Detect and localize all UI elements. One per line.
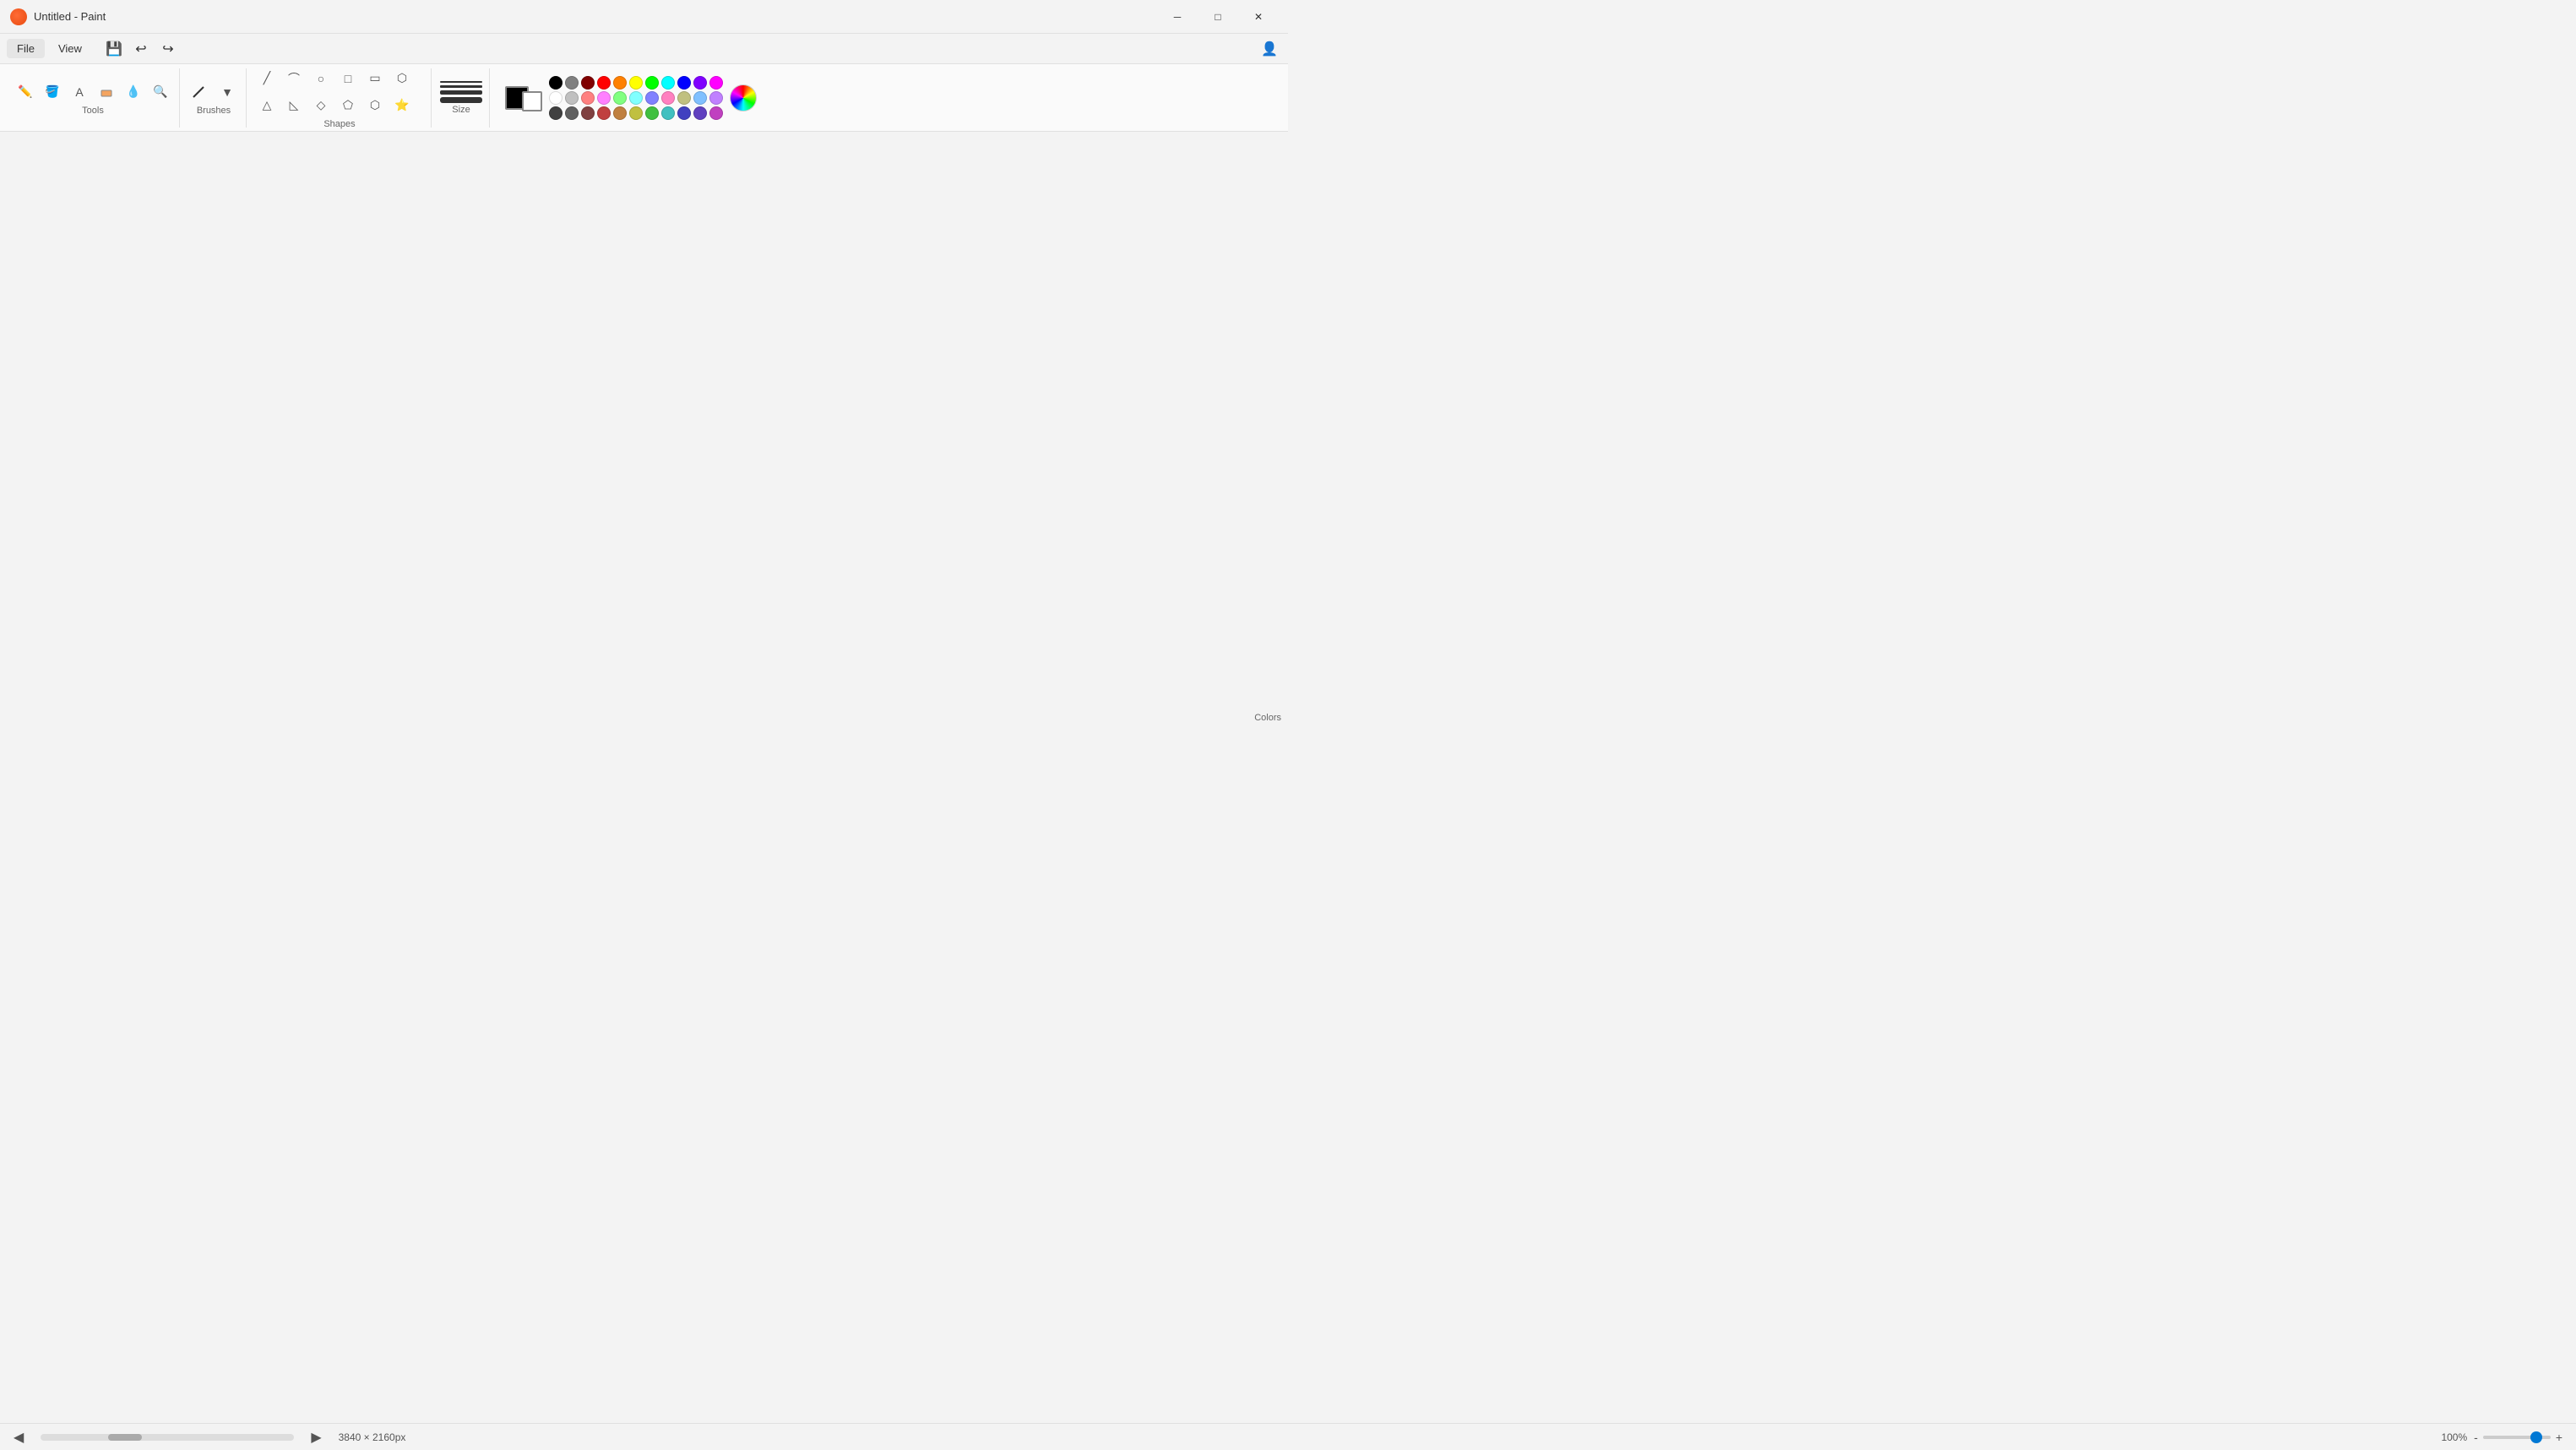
main-toolbar: ✏️ 🪣 A 💧 🔍 Tools ▼ Brushes ╱ ⌒ ○ □ ▭ ⬡ [0,64,1288,132]
zoom-slider[interactable] [2483,1436,2551,1439]
pencil-tool[interactable]: ✏️ [14,80,37,104]
shape-diamond[interactable]: ◇ [309,94,333,117]
zoom-out-button[interactable]: - [2474,1431,2478,1444]
shapes-label: Shapes [323,119,355,129]
color-swatch[interactable] [629,106,643,120]
scroll-indicator[interactable]: ◀ [14,1429,24,1446]
undo-button[interactable]: ↩ [129,37,153,61]
color-swatch[interactable] [661,106,675,120]
color-swatch[interactable] [709,91,723,105]
zoom-in-button[interactable]: + [2556,1431,2562,1444]
shape-hex[interactable]: ⬡ [363,94,387,117]
color-swatch[interactable] [677,76,691,90]
window-controls: ─ □ ✕ [1158,3,1278,30]
color-swatch[interactable] [549,106,562,120]
close-button[interactable]: ✕ [1239,3,1278,30]
color-swatch[interactable] [597,76,611,90]
color-swatch[interactable] [565,76,579,90]
statusbar: ◀ ▶ 3840 × 2160px 100% - + [0,1423,2576,1450]
color-swatch[interactable] [613,76,627,90]
shape-line[interactable]: ╱ [255,67,279,90]
scroll-right[interactable]: ▶ [311,1429,321,1446]
color-swatch[interactable] [549,91,562,105]
colors-section: Colors [492,68,764,128]
size-label: Size [452,105,470,115]
tools-label: Tools [82,106,104,116]
tools-section: ✏️ 🪣 A 💧 🔍 Tools [7,68,180,128]
zoom-thumb [2530,1431,2542,1443]
shape-rect[interactable]: □ [336,67,360,90]
brushes-section: ▼ Brushes [182,68,247,128]
shape-rect2[interactable]: ▭ [363,67,387,90]
maximize-button[interactable]: □ [1198,3,1237,30]
color-swatch[interactable] [677,106,691,120]
quick-access-toolbar: 💾 ↩ ↪ [102,37,180,61]
file-menu-button[interactable]: File [7,39,45,58]
color-swatch[interactable] [629,91,643,105]
color-swatch[interactable] [581,106,595,120]
menubar: File View 💾 ↩ ↪ 👤 [0,34,1288,64]
shape-pent[interactable]: ⬠ [336,94,360,117]
color-swatch[interactable] [565,106,579,120]
titlebar: Untitled - Paint ─ □ ✕ [0,0,1288,34]
colors-label: Colors [1254,713,1281,723]
shape-curve[interactable]: ⌒ [282,67,306,90]
minimize-button[interactable]: ─ [1158,3,1197,30]
shape-star[interactable]: ⭐ [390,94,414,117]
shape-trap[interactable]: ⬡ [390,67,414,90]
text-tool[interactable]: A [68,80,91,104]
save-quick-button[interactable]: 💾 [102,37,126,61]
color-swatch[interactable] [645,106,659,120]
shape-tri[interactable]: △ [255,94,279,117]
color-swatch[interactable] [565,91,579,105]
color-swatch[interactable] [597,91,611,105]
active-colors [505,84,542,111]
color-swatch[interactable] [661,76,675,90]
redo-button[interactable]: ↪ [156,37,180,61]
color-palette [549,76,723,120]
brush-dropdown[interactable]: ▼ [215,80,239,104]
horizontal-scrollbar[interactable] [41,1434,294,1441]
brush-1[interactable] [188,80,212,104]
color-swatch[interactable] [613,91,627,105]
dimensions-label: 3840 × 2160px [339,1431,406,1443]
color-swatch[interactable] [581,76,595,90]
user-account-button[interactable]: 👤 [1258,37,1281,61]
app-icon [10,8,27,25]
color-swatch[interactable] [613,106,627,120]
picker-tool[interactable]: 💧 [122,80,145,104]
color-swatch[interactable] [677,91,691,105]
zoom-tool[interactable]: 🔍 [149,80,172,104]
color-swatch[interactable] [597,106,611,120]
shape-oval[interactable]: ○ [309,67,333,90]
eraser-tool[interactable] [95,80,118,104]
view-menu-button[interactable]: View [48,39,92,58]
color-swatch[interactable] [645,91,659,105]
shape-right-tri[interactable]: ◺ [282,94,306,117]
color-swatch[interactable] [661,91,675,105]
color-swatch[interactable] [549,76,562,90]
zoom-percent: 100% [2441,1431,2467,1443]
color-swatch[interactable] [581,91,595,105]
color-swatch[interactable] [693,106,707,120]
color-swatch[interactable] [629,76,643,90]
color-swatch[interactable] [709,106,723,120]
color-wheel[interactable] [730,84,757,111]
statusbar-right: 100% - + [2441,1431,2562,1444]
background-color[interactable] [522,91,542,111]
brushes-label: Brushes [197,106,231,116]
color-swatch[interactable] [693,91,707,105]
color-swatch[interactable] [693,76,707,90]
color-swatch[interactable] [709,76,723,90]
size-section: Size [433,68,490,128]
fill-tool[interactable]: 🪣 [41,80,64,104]
shapes-section: ╱ ⌒ ○ □ ▭ ⬡ △ ◺ ◇ ⬠ ⬡ ⭐ Shapes [248,68,432,128]
window-title: Untitled - Paint [34,10,1158,23]
color-swatch[interactable] [645,76,659,90]
zoom-control: - + [2474,1431,2562,1444]
